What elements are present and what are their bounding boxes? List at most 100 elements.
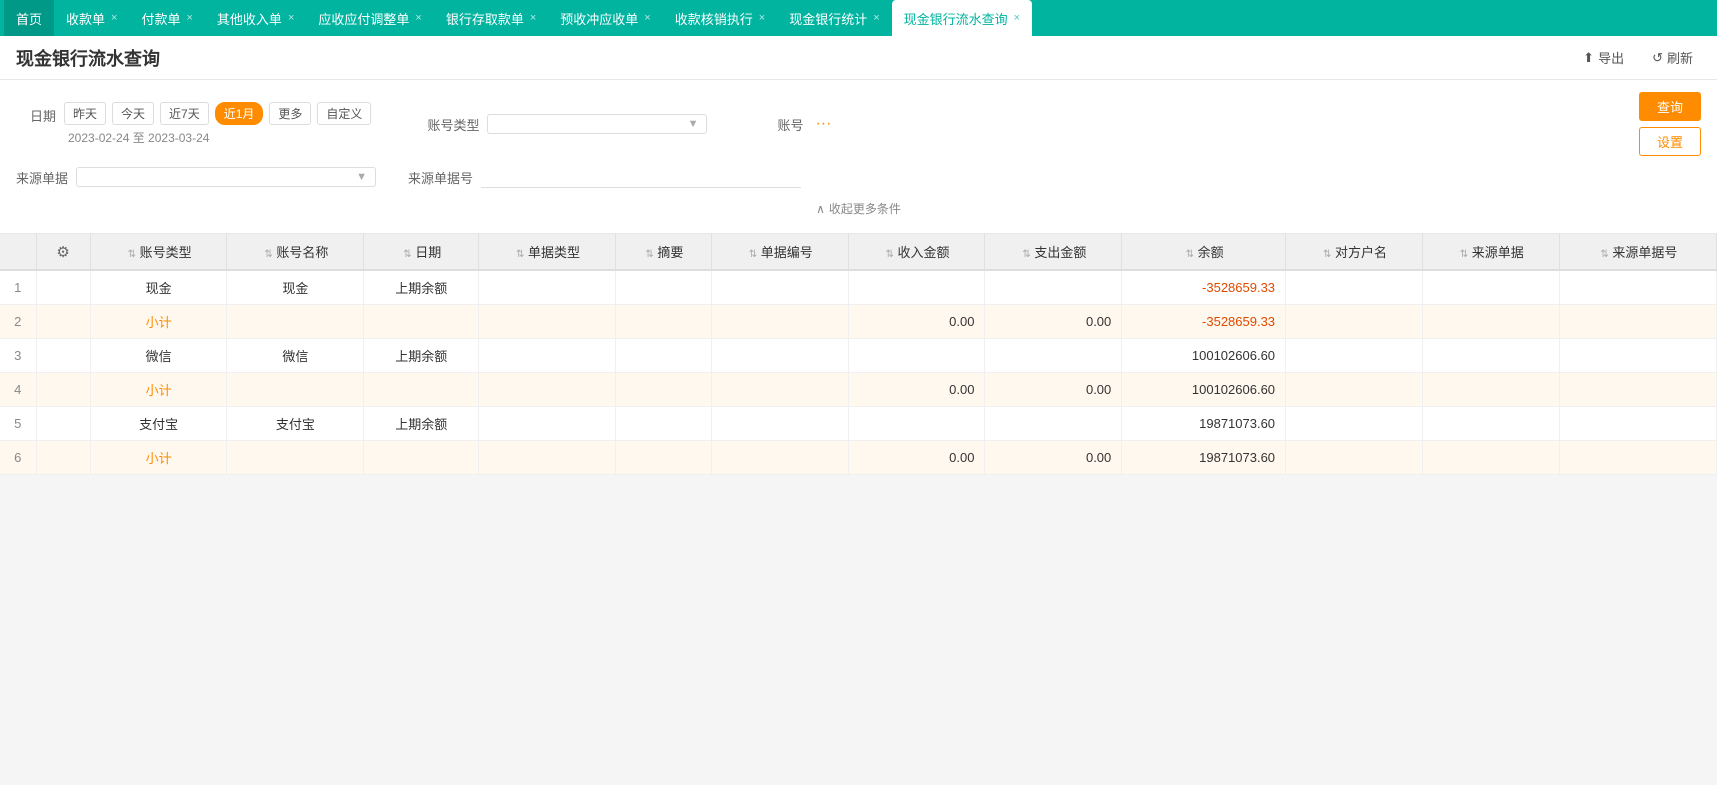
col-account-name[interactable]: ⇅ 账号名称 [227,234,364,270]
cell-counterparty [1286,339,1423,373]
date-btn-custom[interactable]: 自定义 [317,102,371,125]
source-doc-chevron: ▼ [356,171,367,183]
close-prepay-offset[interactable]: × [644,12,650,24]
cell-date: 上期余额 [364,270,479,305]
close-receipt[interactable]: × [111,12,117,24]
cell-index: 4 [0,373,36,407]
cell-doc-no [711,441,848,475]
nav-item-other-income[interactable]: 其他收入单 × [205,0,306,36]
cell-gear [36,339,90,373]
cell-index: 6 [0,441,36,475]
sort-arrows-source-doc-no: ⇅ [1600,249,1608,260]
date-options: 昨天 今天 近7天 近1月 更多 自定义 [64,102,371,125]
cell-doc-type [479,441,616,475]
nav-item-receipt[interactable]: 收款单 × [54,0,129,36]
col-gear[interactable]: ⚙ [36,234,90,270]
setting-button[interactable]: 设置 [1639,127,1701,156]
close-cash-bank-flow[interactable]: × [1014,12,1020,24]
table-row: 3 微信 微信 上期余额 100102606.60 [0,339,1717,373]
close-ar-ap-adjust[interactable]: × [415,12,421,24]
nav-label-cash-bank-stat: 现金银行统计 [789,9,867,28]
collapse-label: 收起更多条件 [829,200,901,217]
col-summary[interactable]: ⇅ 摘要 [615,234,711,270]
date-btn-1month[interactable]: 近1月 [215,102,264,125]
cell-index: 5 [0,407,36,441]
cell-account-type: 现金 [90,270,227,305]
cell-expense: 0.00 [985,305,1122,339]
page-header: 现金银行流水查询 ⬆ 导出 ↺ 刷新 [0,36,1717,80]
cell-expense: 0.00 [985,373,1122,407]
source-filter-row: 来源单据 ▼ 来源单据号 [16,166,1701,188]
col-source-doc[interactable]: ⇅ 来源单据 [1422,234,1559,270]
cell-balance: 19871073.60 [1122,407,1286,441]
col-income[interactable]: ⇅ 收入金额 [848,234,985,270]
close-bank-deposit[interactable]: × [530,12,536,24]
cell-gear [36,407,90,441]
col-expense[interactable]: ⇅ 支出金额 [985,234,1122,270]
cell-account-type: 小计 [90,305,227,339]
col-balance[interactable]: ⇅ 余额 [1122,234,1286,270]
export-button[interactable]: ⬆ 导出 [1575,44,1632,71]
cell-balance: -3528659.33 [1122,270,1286,305]
nav-item-cash-bank-flow[interactable]: 现金银行流水查询 × [892,0,1032,36]
source-doc-no-label: 来源单据号 [408,168,473,187]
sort-arrows-doc-type: ⇅ [516,249,524,260]
cell-summary [615,407,711,441]
table-row: 2 小计 0.00 0.00 -3528659.33 [0,305,1717,339]
col-source-doc-no[interactable]: ⇅ 来源单据号 [1559,234,1716,270]
col-doc-type[interactable]: ⇅ 单据类型 [479,234,616,270]
cell-balance: 19871073.60 [1122,441,1286,475]
cell-doc-no [711,373,848,407]
cell-summary [615,270,711,305]
sort-arrows-income: ⇅ [886,249,894,260]
cell-counterparty [1286,270,1423,305]
sort-arrows-summary: ⇅ [645,249,653,260]
sort-arrows-account-name: ⇅ [264,249,272,260]
cell-doc-type [479,270,616,305]
col-index [0,234,36,270]
export-icon: ⬆ [1583,50,1594,66]
date-btn-today[interactable]: 今天 [112,102,154,125]
date-btn-yesterday[interactable]: 昨天 [64,102,106,125]
cell-account-type: 小计 [90,373,227,407]
refresh-button[interactable]: ↺ 刷新 [1644,44,1701,71]
table-row: 4 小计 0.00 0.00 100102606.60 [0,373,1717,407]
nav-item-home[interactable]: 首页 [4,0,54,36]
nav-item-payment[interactable]: 付款单 × [129,0,204,36]
source-doc-no-input[interactable] [485,169,797,184]
date-btn-7days[interactable]: 近7天 [160,102,209,125]
cell-account-name [227,441,364,475]
cell-index: 1 [0,270,36,305]
col-doc-no[interactable]: ⇅ 单据编号 [711,234,848,270]
table-body: 1 现金 现金 上期余额 -3528659.33 2 小计 0.00 0.00 … [0,270,1717,475]
nav-item-prepay-offset[interactable]: 预收冲应收单 × [548,0,662,36]
col-account-type[interactable]: ⇅ 账号类型 [90,234,227,270]
table-row: 6 小计 0.00 0.00 19871073.60 [0,441,1717,475]
nav-label-receipt-verify: 收款核销执行 [675,9,753,28]
close-receipt-verify[interactable]: × [759,12,765,24]
close-other-income[interactable]: × [288,12,294,24]
col-date[interactable]: ⇅ 日期 [364,234,479,270]
source-doc-select[interactable]: ▼ [76,167,376,187]
cell-counterparty [1286,373,1423,407]
collapse-chevron-icon: ∧ [816,202,825,216]
collapse-bar[interactable]: ∧ 收起更多条件 [16,196,1701,221]
nav-item-ar-ap-adjust[interactable]: 应收应付调整单 × [306,0,433,36]
gear-icon[interactable]: ⚙ [56,244,69,261]
date-btn-more[interactable]: 更多 [269,102,311,125]
cell-account-type: 微信 [90,339,227,373]
account-dots[interactable]: ··· [815,115,831,133]
nav-item-cash-bank-stat[interactable]: 现金银行统计 × [777,0,891,36]
nav-item-receipt-verify[interactable]: 收款核销执行 × [663,0,777,36]
cell-expense [985,339,1122,373]
account-type-select[interactable]: ▼ [487,114,707,134]
close-cash-bank-stat[interactable]: × [873,12,879,24]
cell-balance: 100102606.60 [1122,373,1286,407]
nav-item-bank-deposit[interactable]: 银行存取款单 × [434,0,548,36]
cell-summary [615,339,711,373]
query-button[interactable]: 查询 [1639,92,1701,121]
cell-account-name [227,305,364,339]
date-range-text: 2023-02-24 至 2023-03-24 [68,129,371,146]
close-payment[interactable]: × [186,12,192,24]
col-counterparty[interactable]: ⇅ 对方户名 [1286,234,1423,270]
